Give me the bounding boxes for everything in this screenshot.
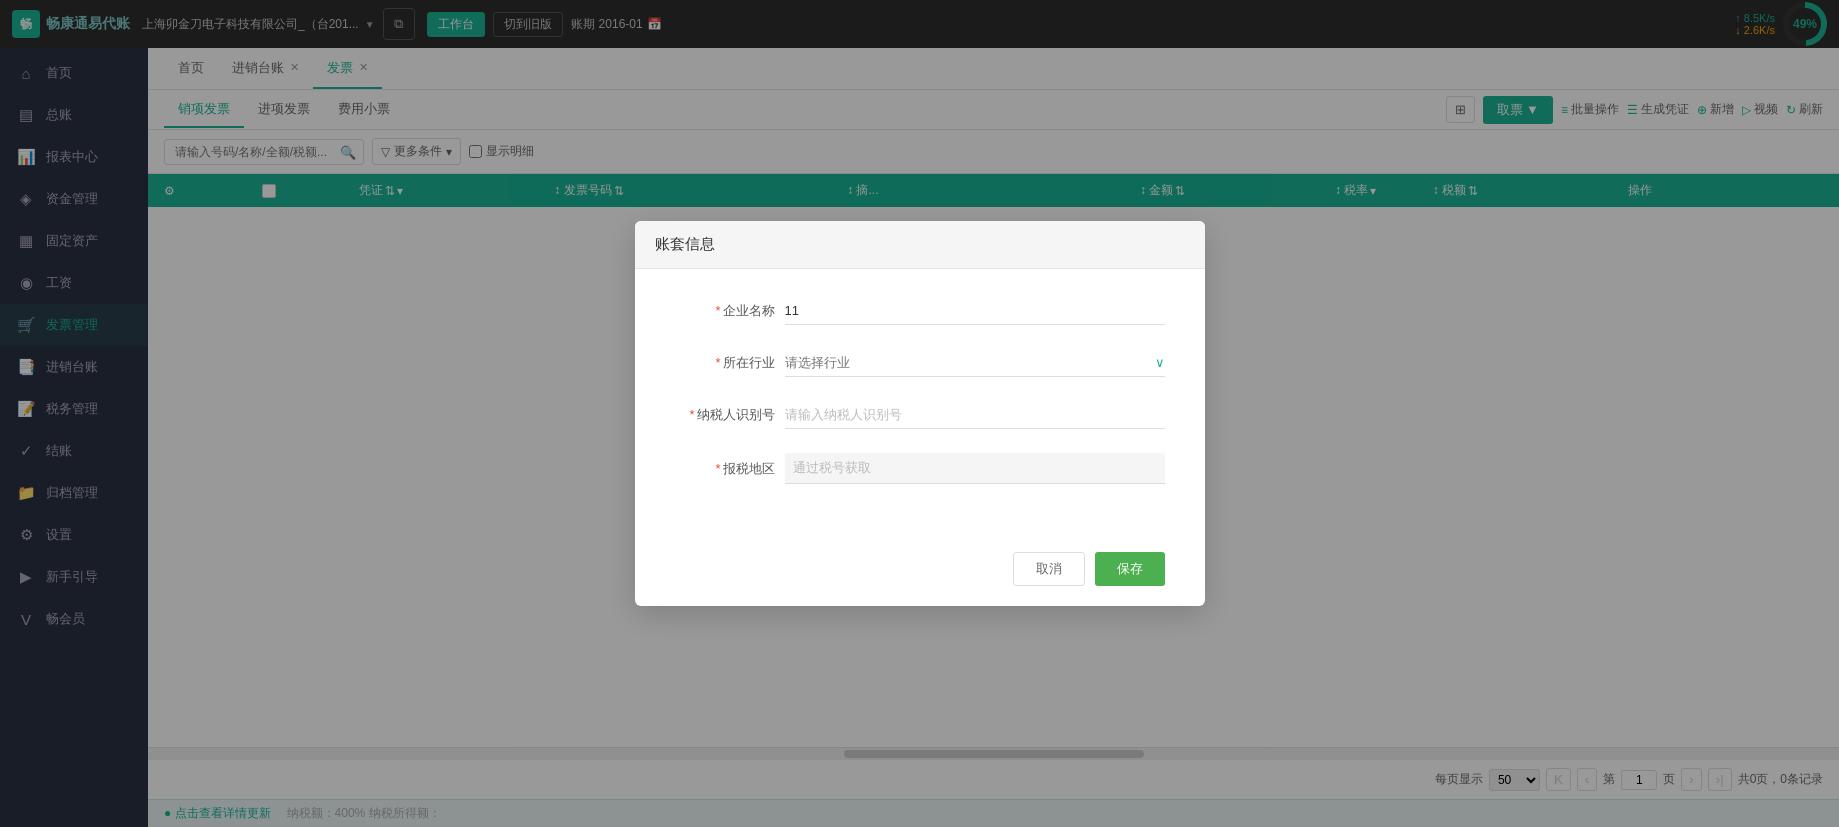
- modal-body: *企业名称 *所在行业 ∨ *纳税人识别号: [635, 269, 1205, 536]
- form-row-company: *企业名称: [675, 297, 1165, 325]
- tax-id-label: *纳税人识别号: [675, 406, 785, 424]
- company-name-label: *企业名称: [675, 302, 785, 320]
- required-star-2: *: [715, 355, 720, 370]
- save-button[interactable]: 保存: [1095, 552, 1165, 586]
- modal-header: 账套信息: [635, 221, 1205, 269]
- tax-region-display: 通过税号获取: [785, 453, 1165, 484]
- required-star-3: *: [689, 407, 694, 422]
- modal-footer: 取消 保存: [635, 536, 1205, 606]
- modal-title: 账套信息: [655, 235, 715, 252]
- account-info-modal: 账套信息 *企业名称 *所在行业 ∨: [635, 221, 1205, 606]
- form-row-industry: *所在行业 ∨: [675, 349, 1165, 377]
- required-star-4: *: [715, 461, 720, 476]
- company-name-input[interactable]: [785, 297, 1165, 325]
- required-star: *: [715, 303, 720, 318]
- form-row-tax-id: *纳税人识别号: [675, 401, 1165, 429]
- cancel-button[interactable]: 取消: [1013, 552, 1085, 586]
- industry-select-wrap[interactable]: ∨: [785, 349, 1165, 377]
- industry-label: *所在行业: [675, 354, 785, 372]
- form-row-tax-region: *报税地区 通过税号获取: [675, 453, 1165, 484]
- tax-id-input[interactable]: [785, 401, 1165, 429]
- industry-select-input[interactable]: [785, 349, 1155, 376]
- industry-dropdown-arrow[interactable]: ∨: [1155, 355, 1165, 370]
- modal-overlay: 账套信息 *企业名称 *所在行业 ∨: [0, 0, 1839, 827]
- tax-region-label: *报税地区: [675, 460, 785, 478]
